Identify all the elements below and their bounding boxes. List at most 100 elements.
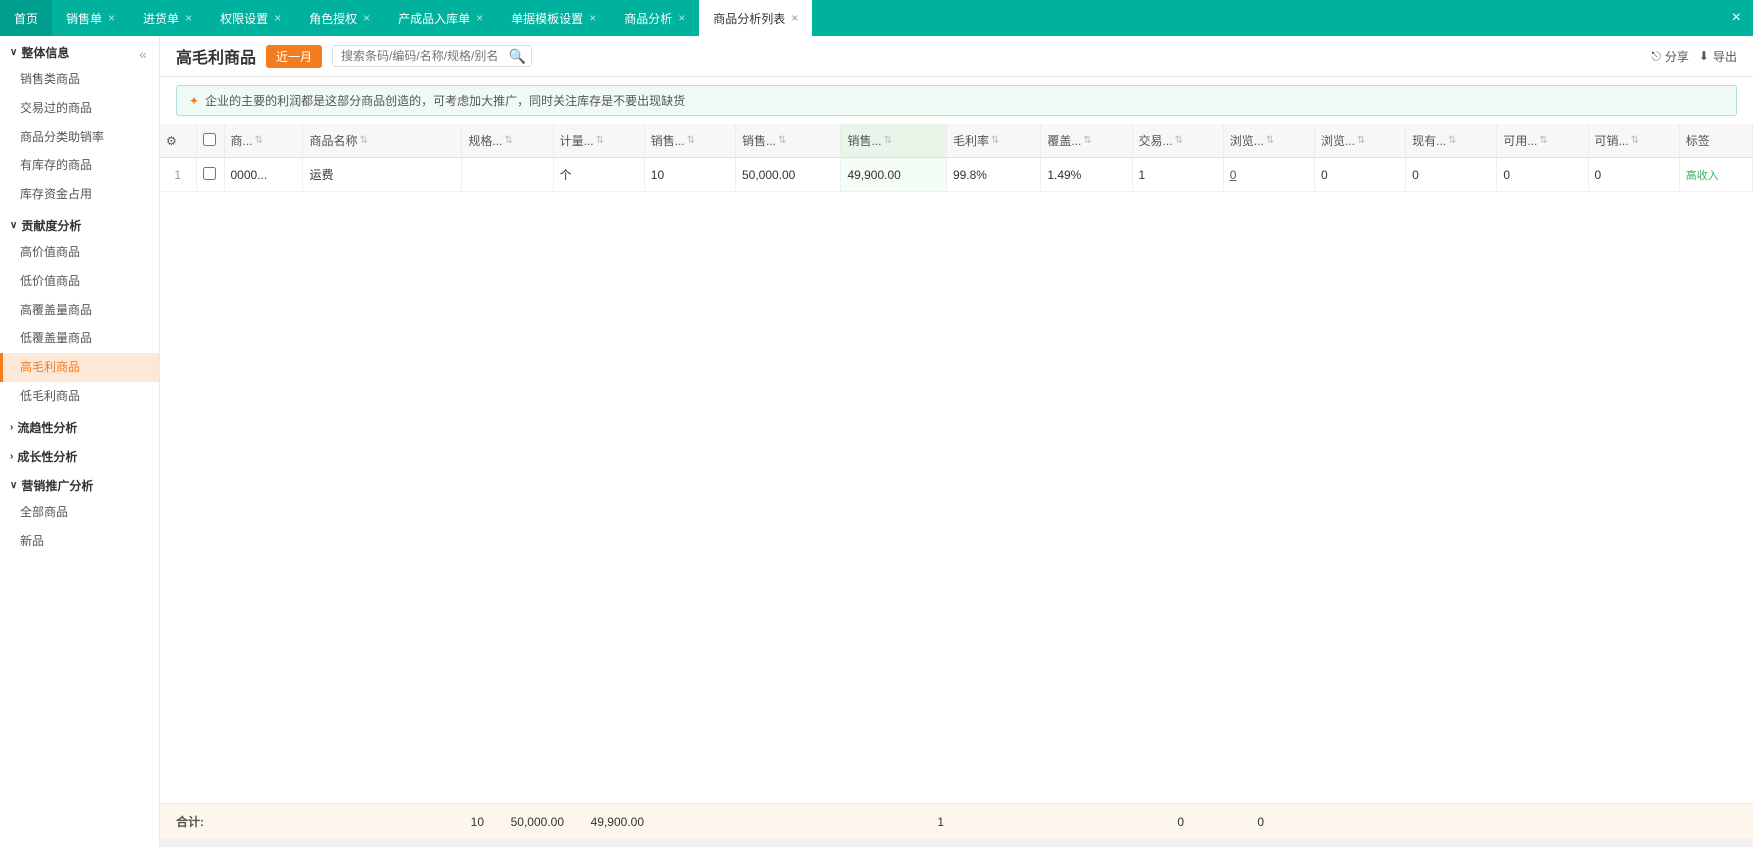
sort-icon: ⇅ <box>883 135 891 146</box>
col-code-header[interactable]: 商... ⇅ <box>224 124 303 158</box>
sidebar-item-stock-capital[interactable]: 库存资金占用 <box>0 180 159 209</box>
close-icon[interactable]: × <box>274 11 281 25</box>
col-name-header[interactable]: 商品名称 ⇅ <box>303 124 462 158</box>
row-checkbox[interactable] <box>203 167 216 180</box>
col-browse2-header[interactable]: 浏览... ⇅ <box>1314 124 1405 158</box>
settings-icon[interactable]: ⚙ <box>166 134 177 148</box>
col-coverage-header[interactable]: 覆盖... ⇅ <box>1041 124 1132 158</box>
search-button[interactable]: 🔍 <box>509 48 526 65</box>
col-sales-amt-header[interactable]: 销售... ⇅ <box>735 124 840 158</box>
sidebar: « ∨ 整体信息 销售类商品 交易过的商品 商品分类助销率 有库存的商品 库存资… <box>0 36 160 847</box>
footer-sales-amt: 50,000.00 <box>496 815 576 829</box>
sidebar-item-instock-goods[interactable]: 有库存的商品 <box>0 151 159 180</box>
close-icon[interactable]: × <box>363 11 370 25</box>
col-browse1-header[interactable]: 浏览... ⇅ <box>1223 124 1314 158</box>
close-icon[interactable]: × <box>678 11 685 25</box>
table-footer: 合计: 10 50,000.00 49,900.00 1 0 0 <box>160 803 1753 839</box>
sort-icon: ⇅ <box>687 135 695 146</box>
col-available-header[interactable]: 可用... ⇅ <box>1497 124 1588 158</box>
chevron-down-icon: ∨ <box>10 480 17 491</box>
col-checkbox <box>196 124 224 158</box>
sort-icon: ⇅ <box>1175 135 1183 146</box>
close-icon[interactable]: × <box>476 11 483 25</box>
sidebar-group-trend[interactable]: › 流趋性分析 <box>0 411 159 440</box>
footer-sales-profit: 49,900.00 <box>576 815 656 829</box>
sidebar-item-low-coverage[interactable]: 低覆盖量商品 <box>0 324 159 353</box>
sort-icon: ⇅ <box>596 135 604 146</box>
col-transaction-header[interactable]: 交易... ⇅ <box>1132 124 1223 158</box>
select-all-checkbox[interactable] <box>203 133 216 146</box>
footer-transaction: 1 <box>876 815 956 829</box>
cell-gross-margin: 99.8% <box>946 158 1040 192</box>
sidebar-item-all-goods[interactable]: 全部商品 <box>0 498 159 527</box>
share-button[interactable]: ⎋ 分享 <box>1651 48 1689 65</box>
data-table: ⚙ 商... ⇅ 商品名称 <box>160 124 1753 192</box>
sidebar-item-high-margin[interactable]: 高毛利商品 <box>0 353 159 382</box>
sidebar-item-new-goods[interactable]: 新品 <box>0 527 159 556</box>
cell-available: 0 <box>1497 158 1588 192</box>
close-icon[interactable]: × <box>589 11 596 25</box>
close-icon[interactable]: × <box>108 11 115 25</box>
cell-spec <box>462 158 553 192</box>
share-icon: ⎋ <box>1651 49 1661 64</box>
page-title: 高毛利商品 <box>176 44 256 68</box>
col-tag-header[interactable]: 标签 <box>1679 124 1752 158</box>
sort-icon: ⇅ <box>504 135 512 146</box>
nav-purchase-order[interactable]: 进货单 × <box>129 0 206 36</box>
search-input[interactable] <box>332 45 532 67</box>
sidebar-item-sales-goods[interactable]: 销售类商品 <box>0 65 159 94</box>
sidebar-collapse-button[interactable]: « <box>133 44 153 64</box>
sidebar-group-growth[interactable]: › 成长性分析 <box>0 440 159 469</box>
sidebar-item-traded-goods[interactable]: 交易过的商品 <box>0 94 159 123</box>
chevron-right-icon: › <box>10 422 13 433</box>
col-sales-qty-header[interactable]: 销售... ⇅ <box>644 124 735 158</box>
content-area: 高毛利商品 近一月 🔍 ⎋ 分享 ⬇ 导出 ✦ 企业的主要的利润都是这部分商品创… <box>160 36 1753 847</box>
export-button[interactable]: ⬇ 导出 <box>1699 48 1737 65</box>
cell-browse1[interactable]: 0 <box>1223 158 1314 192</box>
cell-checkbox[interactable] <box>196 158 224 192</box>
header-actions: ⎋ 分享 ⬇ 导出 <box>1651 48 1737 65</box>
footer-values: 10 50,000.00 49,900.00 1 0 0 <box>416 815 1276 829</box>
sidebar-item-low-margin[interactable]: 低毛利商品 <box>0 382 159 411</box>
nav-sales-order[interactable]: 销售单 × <box>52 0 129 36</box>
col-stock-now-header[interactable]: 现有... ⇅ <box>1406 124 1497 158</box>
col-sellable-header[interactable]: 可销... ⇅ <box>1588 124 1679 158</box>
sidebar-group-marketing[interactable]: ∨ 营销推广分析 <box>0 469 159 498</box>
content-header: 高毛利商品 近一月 🔍 ⎋ 分享 ⬇ 导出 <box>160 36 1753 77</box>
cell-sales-qty: 10 <box>644 158 735 192</box>
nav-product-analysis-list[interactable]: 商品分析列表 × <box>699 0 812 36</box>
sidebar-item-low-value[interactable]: 低价值商品 <box>0 267 159 296</box>
bottom-scrollbar[interactable] <box>160 839 1753 847</box>
filter-recent-month-button[interactable]: 近一月 <box>266 45 322 68</box>
nav-permission-setting[interactable]: 权限设置 × <box>206 0 295 36</box>
footer-spacer2 <box>956 815 1116 829</box>
table-wrapper: ⚙ 商... ⇅ 商品名称 <box>160 124 1753 803</box>
cell-name: 运费 <box>303 158 462 192</box>
cell-stock-now: 0 <box>1406 158 1497 192</box>
sidebar-item-category-rate[interactable]: 商品分类助销率 <box>0 123 159 152</box>
col-index: ⚙ <box>160 124 196 158</box>
nav-product-analysis[interactable]: 商品分析 × <box>610 0 699 36</box>
cell-sellable: 0 <box>1588 158 1679 192</box>
nav-template-setting[interactable]: 单据模板设置 × <box>497 0 610 36</box>
col-unit-header[interactable]: 计量... ⇅ <box>553 124 644 158</box>
info-icon: ✦ <box>189 94 199 108</box>
nav-role-auth[interactable]: 角色授权 × <box>295 0 384 36</box>
sidebar-item-high-coverage[interactable]: 高覆盖量商品 <box>0 296 159 325</box>
cell-coverage: 1.49% <box>1041 158 1132 192</box>
sort-icon: ⇅ <box>1357 135 1365 146</box>
footer-spacer <box>656 815 876 829</box>
col-spec-header[interactable]: 规格... ⇅ <box>462 124 553 158</box>
col-gross-margin-header[interactable]: 毛利率 ⇅ <box>946 124 1040 158</box>
cell-unit: 个 <box>553 158 644 192</box>
close-icon[interactable]: × <box>791 11 798 25</box>
cell-sales-profit: 49,900.00 <box>841 158 946 192</box>
cell-sales-amt: 50,000.00 <box>735 158 840 192</box>
col-sales-profit-header[interactable]: 销售... ⇅ <box>841 124 946 158</box>
nav-finished-goods[interactable]: 产成品入库单 × <box>384 0 497 36</box>
close-icon[interactable]: × <box>185 11 192 25</box>
nav-home[interactable]: 首页 <box>0 0 52 36</box>
sidebar-group-contribution[interactable]: ∨ 贡献度分析 <box>0 209 159 238</box>
sidebar-item-high-value[interactable]: 高价值商品 <box>0 238 159 267</box>
window-close-button[interactable]: × <box>1720 9 1753 27</box>
